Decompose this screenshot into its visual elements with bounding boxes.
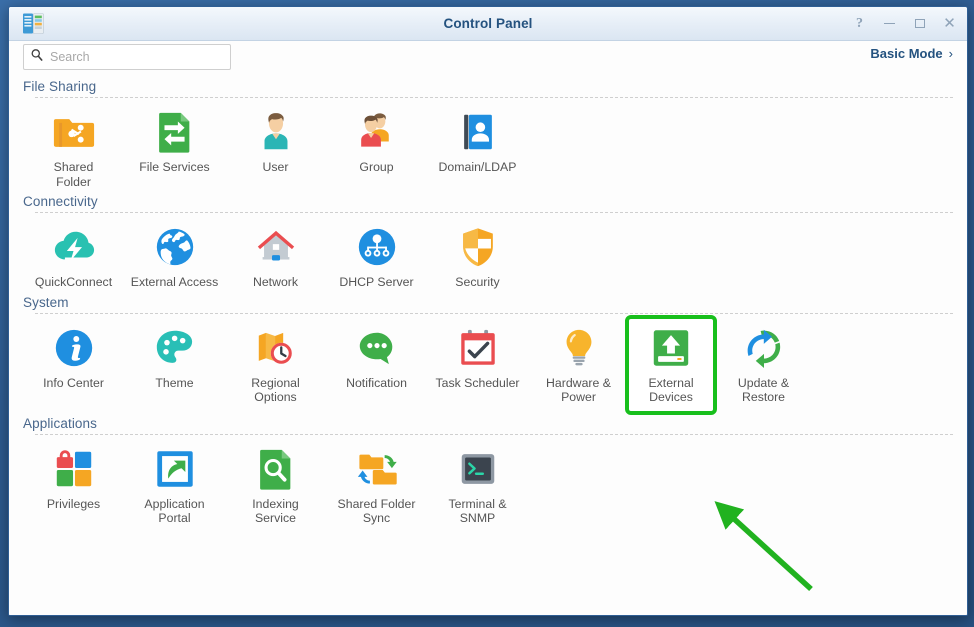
search-icon — [30, 48, 44, 67]
tile-quickconnect[interactable]: QuickConnect — [23, 222, 124, 290]
tile-row: Privileges Application Portal Indexing S… — [9, 435, 967, 530]
tile-security[interactable]: Security — [427, 222, 528, 290]
tile-row: QuickConnect External Access Network DHC… — [9, 213, 967, 294]
section-system: System Info Center Theme Regional Option… — [9, 295, 967, 415]
theme-icon — [152, 325, 198, 371]
dhcp-server-icon — [354, 224, 400, 270]
section-connectivity: Connectivity QuickConnect External Acces… — [9, 194, 967, 294]
section-header: Connectivity — [23, 194, 98, 209]
control-panel-toolbar: Basic Mode › — [9, 41, 967, 79]
section-applications: Applications Privileges Application Port… — [9, 416, 967, 530]
window-title-bar: Control Panel ? ✕ — [9, 7, 967, 41]
tile-label: User — [262, 160, 289, 174]
tile-label: Update & Restore — [737, 375, 790, 405]
indexing-service-icon — [253, 446, 299, 492]
basic-mode-label: Basic Mode — [870, 46, 943, 61]
tile-label: Info Center — [43, 375, 104, 390]
tile-regional-options[interactable]: Regional Options — [225, 323, 326, 405]
tile-label: DHCP Server — [339, 275, 414, 289]
close-icon[interactable]: ✕ — [941, 15, 958, 32]
tile-label: File Services — [139, 160, 210, 174]
basic-mode-link[interactable]: Basic Mode › — [870, 46, 953, 61]
tile-application-portal[interactable]: Application Portal — [124, 444, 225, 526]
window-controls: ? ✕ — [851, 7, 958, 40]
help-icon[interactable]: ? — [851, 15, 868, 32]
tile-shared-folder[interactable]: Shared Folder — [23, 107, 124, 189]
application-portal-icon — [152, 446, 198, 492]
search-input[interactable] — [48, 49, 224, 65]
tile-indexing-service[interactable]: Indexing Service — [225, 444, 326, 526]
tile-label: Security — [455, 275, 500, 289]
tile-hardware-power[interactable]: Hardware & Power — [528, 323, 629, 405]
tile-label: External Access — [130, 275, 219, 289]
tile-row: Info Center Theme Regional Options Notif… — [9, 314, 967, 415]
task-scheduler-icon — [455, 325, 501, 371]
security-icon — [455, 224, 501, 270]
quickconnect-icon — [51, 224, 97, 270]
notification-icon — [354, 325, 400, 371]
tile-label: Domain/LDAP — [438, 160, 517, 174]
tile-label: Terminal & SNMP — [448, 496, 507, 526]
user-icon — [253, 109, 299, 155]
section-header: File Sharing — [23, 79, 97, 94]
tile-label: Application Portal — [144, 496, 205, 526]
tile-task-scheduler[interactable]: Task Scheduler — [427, 323, 528, 391]
search-box[interactable] — [23, 44, 231, 70]
tile-label: Theme — [155, 375, 194, 390]
shared-folder-sync-icon — [354, 446, 400, 492]
tile-label: External Devices — [648, 375, 694, 405]
tile-label: Task Scheduler — [435, 375, 520, 390]
tile-notification[interactable]: Notification — [326, 323, 427, 391]
tile-theme[interactable]: Theme — [124, 323, 225, 391]
regional-options-icon — [253, 325, 299, 371]
tile-label: Regional Options — [251, 375, 300, 405]
tile-update-restore[interactable]: Update & Restore — [713, 323, 814, 405]
terminal-snmp-icon — [455, 446, 501, 492]
file-services-icon — [152, 109, 198, 155]
tile-label: Shared Folder Sync — [337, 496, 416, 526]
tile-privileges[interactable]: Privileges — [23, 444, 124, 512]
tile-label: Shared Folder — [53, 160, 94, 189]
tile-label: Notification — [346, 375, 407, 390]
tile-label: Hardware & Power — [546, 375, 611, 405]
tile-terminal-snmp[interactable]: Terminal & SNMP — [427, 444, 528, 526]
tile-external-access[interactable]: External Access — [124, 222, 225, 290]
chevron-right-icon: › — [948, 46, 953, 61]
window-title: Control Panel — [443, 16, 533, 31]
external-devices-icon — [648, 325, 694, 371]
tile-dhcp-server[interactable]: DHCP Server — [326, 222, 427, 290]
tile-network[interactable]: Network — [225, 222, 326, 290]
info-center-icon — [51, 325, 97, 371]
privileges-icon — [51, 446, 97, 492]
network-icon — [253, 224, 299, 270]
tile-label: Indexing Service — [252, 496, 299, 526]
shared-folder-icon — [51, 109, 97, 155]
section-header: Applications — [23, 415, 97, 431]
minimize-icon[interactable] — [881, 15, 898, 32]
tile-external-devices[interactable]: External Devices — [625, 314, 717, 415]
external-access-icon — [152, 224, 198, 270]
tile-label: Privileges — [46, 496, 101, 511]
tile-shared-folder-sync[interactable]: Shared Folder Sync — [326, 444, 427, 526]
tile-group[interactable]: Group — [326, 107, 427, 175]
maximize-icon[interactable] — [911, 15, 928, 32]
group-icon — [354, 109, 400, 155]
control-panel-window: Control Panel ? ✕ Basic Mode — [8, 6, 968, 616]
control-panel-content: File Sharing Shared Folder File Services… — [9, 79, 967, 615]
sections-host: File Sharing Shared Folder File Services… — [9, 79, 967, 530]
tile-label: Group — [359, 160, 394, 174]
tile-info-center[interactable]: Info Center — [23, 323, 124, 391]
hardware-power-icon — [556, 325, 602, 371]
desktop-background: Control Panel ? ✕ Basic Mode — [0, 0, 974, 627]
tile-domain-ldap[interactable]: Domain/LDAP — [427, 107, 528, 175]
domain-ldap-icon — [455, 109, 501, 155]
tile-row: Shared Folder File Services User Group D… — [9, 98, 967, 193]
update-restore-icon — [741, 325, 787, 371]
section-file-sharing: File Sharing Shared Folder File Services… — [9, 79, 967, 193]
tile-label: Network — [252, 275, 299, 289]
section-header: System — [23, 294, 69, 310]
tile-file-services[interactable]: File Services — [124, 107, 225, 175]
tile-label: QuickConnect — [34, 275, 113, 289]
tile-user[interactable]: User — [225, 107, 326, 175]
